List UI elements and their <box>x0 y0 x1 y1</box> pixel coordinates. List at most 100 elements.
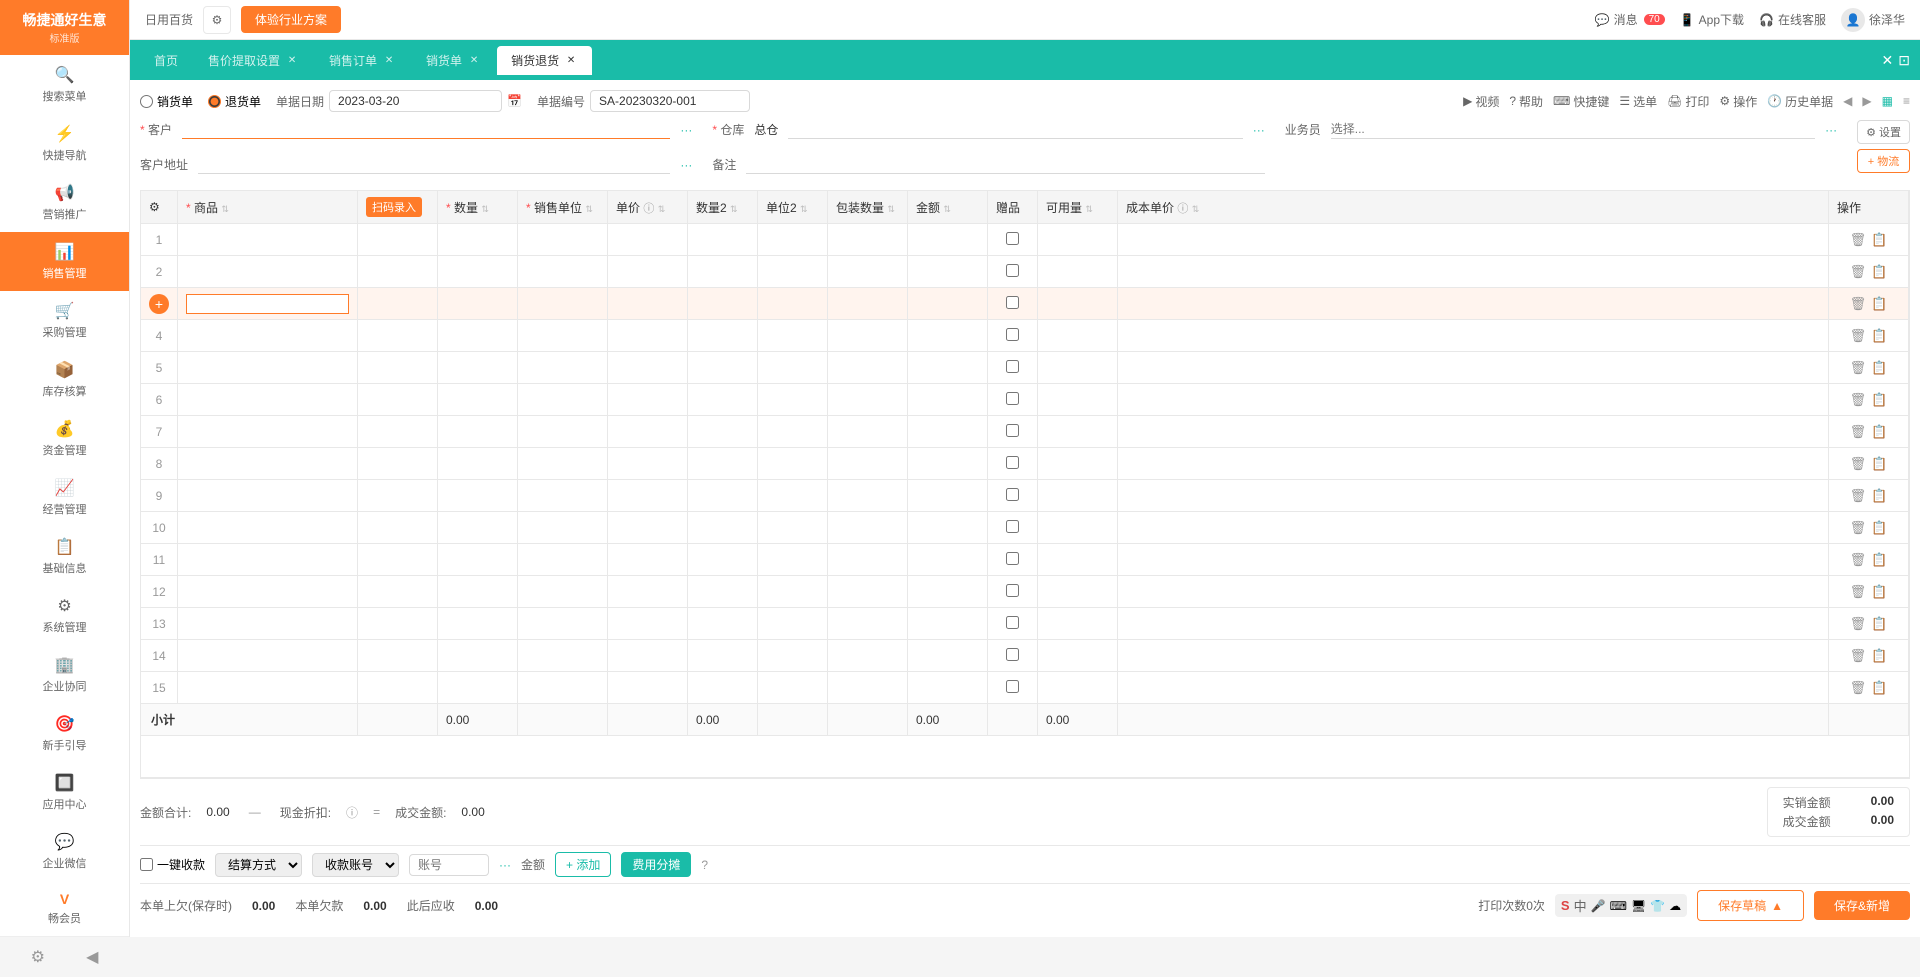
gift-checkbox[interactable] <box>1006 680 1019 693</box>
delete-icon[interactable]: 🗑 <box>1850 296 1867 312</box>
unit-cell[interactable] <box>518 256 608 288</box>
product-cell-add[interactable] <box>178 288 358 320</box>
copy-icon[interactable]: 📋 <box>1871 264 1887 280</box>
sidebar-item-shortcut[interactable]: ⚡ 快捷导航 <box>0 114 129 173</box>
tab-sales-order[interactable]: 销售订单 ✕ <box>315 46 410 75</box>
tab-sales-return-close[interactable]: ✕ <box>564 53 578 67</box>
delete-icon[interactable]: 🗑 <box>1850 520 1867 536</box>
delete-icon[interactable]: 🗑 <box>1850 328 1867 344</box>
sidebar-item-purchase[interactable]: 🛒 采购管理 <box>0 291 129 350</box>
settings-button[interactable]: ⚙ 设置 <box>1857 120 1910 144</box>
amount-cell[interactable] <box>908 224 988 256</box>
copy-icon[interactable]: 📋 <box>1871 296 1887 312</box>
copy-icon[interactable]: 📋 <box>1871 328 1887 344</box>
qty2-cell[interactable] <box>688 224 758 256</box>
grid-view-icon[interactable]: ▦ <box>1882 94 1893 108</box>
amount-cell[interactable] <box>908 256 988 288</box>
copy-icon[interactable]: 📋 <box>1871 456 1887 472</box>
unit2-cell-add[interactable] <box>758 288 828 320</box>
sidebar-item-weixin[interactable]: 💬 企业微信 <box>0 822 129 881</box>
salesman-select-icon[interactable]: ··· <box>1825 123 1837 137</box>
copy-icon[interactable]: 📋 <box>1871 424 1887 440</box>
unit2-sort-icon[interactable]: ⇅ <box>800 204 808 214</box>
delete-icon[interactable]: 🗑 <box>1850 680 1867 696</box>
one-click-checkbox[interactable] <box>140 858 153 871</box>
copy-icon[interactable]: 📋 <box>1871 488 1887 504</box>
user-profile[interactable]: 👤 徐泽华 <box>1841 8 1905 32</box>
topbar-settings-button[interactable]: ⚙ <box>203 6 231 34</box>
gift-cell[interactable] <box>988 224 1038 256</box>
pack-qty-cell-add[interactable] <box>828 288 908 320</box>
available-sort-icon[interactable]: ⇅ <box>1085 204 1093 214</box>
gift-checkbox[interactable] <box>1006 360 1019 373</box>
pack-qty-sort-icon[interactable]: ⇅ <box>887 204 895 214</box>
tab-price-settings-close[interactable]: ✕ <box>285 53 299 67</box>
gift-checkbox[interactable] <box>1006 584 1019 597</box>
unit-cell[interactable] <box>518 224 608 256</box>
tab-sales-order-close[interactable]: ✕ <box>382 53 396 67</box>
sidebar-item-basic[interactable]: 📋 基础信息 <box>0 527 129 586</box>
next-record-icon[interactable]: ▶ <box>1862 94 1871 108</box>
copy-icon[interactable]: 📋 <box>1871 520 1887 536</box>
payment-dots[interactable]: ··· <box>499 858 511 872</box>
cost-price-sort-icon[interactable]: ⇅ <box>1192 204 1200 214</box>
tab-sales-return[interactable]: 销货退货 ✕ <box>497 46 592 75</box>
print-btn[interactable]: 🖨 打印 <box>1667 93 1709 110</box>
delete-icon[interactable]: 🗑 <box>1850 648 1867 664</box>
customer-service-button[interactable]: 🎧 在线客服 <box>1759 11 1826 28</box>
delete-icon[interactable]: 🗑 <box>1850 584 1867 600</box>
delete-icon[interactable]: 🗑 <box>1850 264 1867 280</box>
gift-checkbox[interactable] <box>1006 616 1019 629</box>
copy-icon[interactable]: 📋 <box>1871 360 1887 376</box>
qty-cell[interactable] <box>438 224 518 256</box>
close-tab-button[interactable]: ✕ <box>1882 52 1894 69</box>
sidebar-item-sales[interactable]: 📊 销售管理 <box>0 232 129 291</box>
price-cell[interactable] <box>608 224 688 256</box>
cost-price-cell-add[interactable] <box>1118 288 1829 320</box>
gift-checkbox[interactable] <box>1006 552 1019 565</box>
radio-sale-doc[interactable]: 销货单 <box>140 93 193 110</box>
customer-select-icon[interactable]: ··· <box>680 123 692 137</box>
available-cell[interactable] <box>1038 224 1118 256</box>
operate-btn[interactable]: ⚙ 操作 <box>1719 93 1757 110</box>
gift-checkbox[interactable] <box>1006 392 1019 405</box>
date-input[interactable] <box>329 90 502 112</box>
gift-checkbox[interactable] <box>1006 264 1019 277</box>
logistics-button[interactable]: + 物流 <box>1857 149 1910 173</box>
gift-checkbox[interactable] <box>1006 424 1019 437</box>
add-row-button[interactable]: + <box>149 294 169 314</box>
price-cell-add[interactable] <box>608 288 688 320</box>
available-cell[interactable] <box>1038 256 1118 288</box>
address-input[interactable] <box>198 155 670 174</box>
sidebar-item-operation[interactable]: 📈 经营管理 <box>0 468 129 527</box>
gift-checkbox[interactable] <box>1006 488 1019 501</box>
product-sort-icon[interactable]: ⇅ <box>221 204 229 214</box>
unit-cell-add[interactable] <box>518 288 608 320</box>
add-row-cell[interactable]: + <box>141 288 178 320</box>
doc-num-input[interactable] <box>590 90 750 112</box>
sidebar-item-system[interactable]: ⚙ 系统管理 <box>0 586 129 645</box>
copy-icon[interactable]: 📋 <box>1871 552 1887 568</box>
radio-return-doc[interactable]: 退货单 <box>208 93 261 110</box>
calendar-icon[interactable]: 📅 <box>507 94 522 108</box>
gift-cell[interactable] <box>988 256 1038 288</box>
product-cell[interactable] <box>178 256 358 288</box>
save-draft-button[interactable]: 保存草稿 ▲ <box>1697 890 1804 921</box>
one-click-payment-checkbox[interactable]: 一键收款 <box>140 856 205 873</box>
gift-checkbox[interactable] <box>1006 520 1019 533</box>
save-new-button[interactable]: 保存&新增 <box>1814 891 1910 920</box>
prev-record-icon[interactable]: ◀ <box>1843 94 1852 108</box>
cost-price-cell[interactable] <box>1118 256 1829 288</box>
shortcut-btn[interactable]: ⌨ 快捷键 <box>1553 93 1609 110</box>
list-view-icon[interactable]: ≡ <box>1903 94 1910 108</box>
copy-icon[interactable]: 📋 <box>1871 680 1887 696</box>
trial-button[interactable]: 体验行业方案 <box>241 6 341 33</box>
warehouse-input[interactable] <box>788 120 1242 139</box>
salesman-input[interactable] <box>1331 120 1815 139</box>
sidebar-collapse-icon[interactable]: ◀ <box>86 947 98 967</box>
tab-price-settings[interactable]: 售价提取设置 ✕ <box>194 46 313 75</box>
customer-input[interactable] <box>182 120 670 139</box>
tab-sales-delivery[interactable]: 销货单 ✕ <box>412 46 495 75</box>
gift-checkbox[interactable] <box>1006 456 1019 469</box>
delete-icon[interactable]: 🗑 <box>1850 616 1867 632</box>
